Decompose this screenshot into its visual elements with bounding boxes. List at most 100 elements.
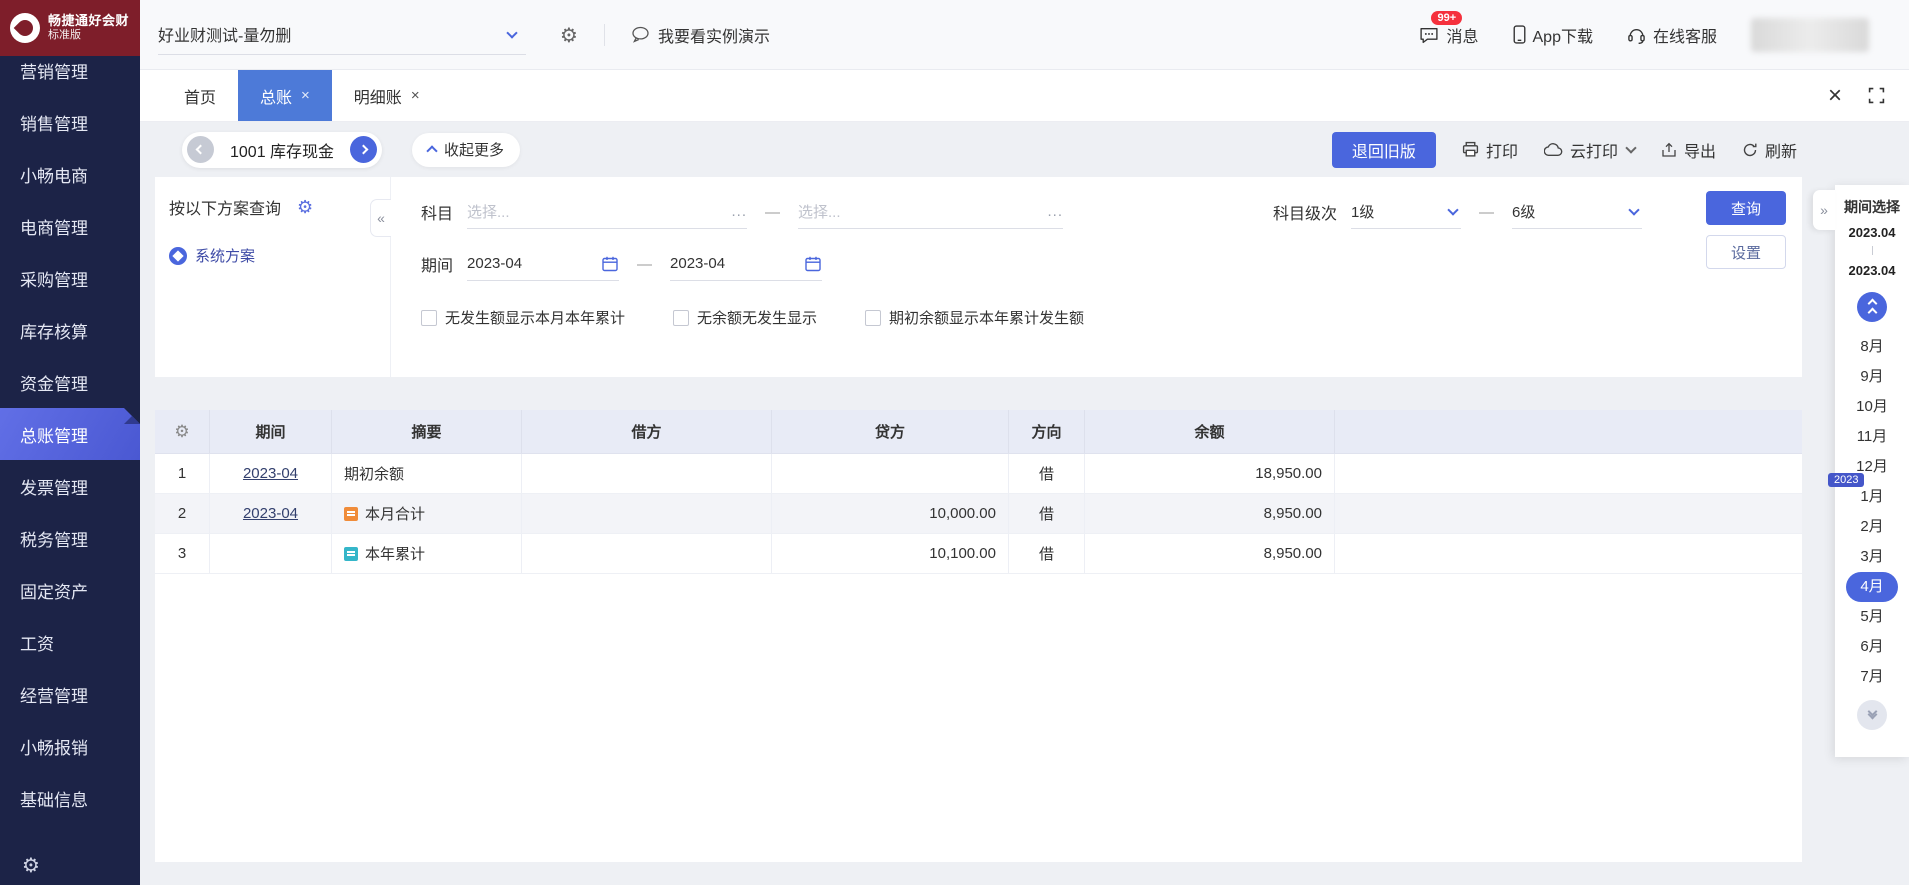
cell-credit: 10,100.00 (772, 534, 1009, 573)
filter-checkbox[interactable]: 期初余额显示本年累计发生额 (865, 307, 1084, 328)
scroll-up-button[interactable] (1857, 292, 1887, 322)
logo-icon (10, 13, 40, 43)
user-name-redacted[interactable] (1751, 17, 1869, 52)
sidebar-item-2[interactable]: 小畅电商 (0, 148, 140, 200)
table-gear-icon[interactable]: ⚙ (174, 422, 189, 442)
filter-checkbox[interactable]: 无发生额显示本月本年累计 (421, 307, 625, 328)
month-item-11[interactable]: 7月 (1842, 662, 1902, 692)
online-service-button[interactable]: 在线客服 (1627, 23, 1717, 47)
tab-0[interactable]: 首页 (162, 70, 238, 121)
period-to[interactable]: 2023.04 (1849, 263, 1896, 278)
printer-icon (1462, 141, 1479, 158)
period-from[interactable]: 2023.04 (1849, 225, 1896, 240)
sidebar-item-14[interactable]: 基础信息 (0, 772, 140, 824)
month-item-0[interactable]: 8月 (1842, 332, 1902, 362)
range-dash: — (637, 255, 653, 273)
next-account-button[interactable] (350, 136, 378, 163)
refresh-icon (1742, 142, 1758, 158)
sidebar-item-6[interactable]: 资金管理 (0, 356, 140, 408)
row-number: 2 (155, 494, 210, 533)
cell-direction: 借 (1009, 534, 1085, 573)
level-to-select[interactable]: 6级 (1512, 195, 1643, 229)
period-label: 期间 (421, 258, 454, 275)
cloud-print-button[interactable]: 云打印 (1543, 138, 1637, 162)
summary-icon (344, 506, 358, 521)
calendar-icon[interactable] (804, 255, 822, 273)
cell-credit: 10,000.00 (772, 494, 1009, 533)
table-row[interactable]: 2 2023-04 本月合计 10,000.00 借 8,950.00 (155, 494, 1802, 534)
chevron-down-icon (506, 26, 518, 39)
period-from-input[interactable]: 2023-04 (467, 247, 620, 281)
sidebar-item-11[interactable]: 工资 (0, 616, 140, 668)
cell-debit (522, 534, 772, 573)
period-link[interactable]: 2023-04 (243, 505, 298, 522)
sidebar-item-9[interactable]: 税务管理 (0, 512, 140, 564)
settings-button[interactable]: 设置 (1706, 235, 1786, 269)
settings-gear-icon[interactable]: ⚙ (560, 23, 578, 47)
sidebar-item-7[interactable]: 总账管理 (0, 408, 140, 460)
more-options-button[interactable]: ... (724, 203, 748, 220)
sidebar-item-13[interactable]: 小畅报销 (0, 720, 140, 772)
expand-panel-button[interactable]: » (1813, 190, 1835, 230)
prev-account-button[interactable] (187, 136, 214, 163)
scroll-down-button[interactable] (1857, 700, 1887, 730)
period-to-input[interactable]: 2023-04 (670, 247, 823, 281)
toolbar: 1001 库存现金 收起更多 退回旧版 打印 云打印 导出 刷新 (140, 122, 1909, 177)
app-download-button[interactable]: App下载 (1513, 23, 1593, 47)
speech-bubble-icon (631, 26, 650, 43)
month-item-10[interactable]: 6月 (1842, 632, 1902, 662)
tab-2[interactable]: 明细账 × (332, 70, 442, 121)
table-row[interactable]: 3 本年累计 10,100.00 借 8,950.00 (155, 534, 1802, 574)
level-from-select[interactable]: 1级 (1351, 195, 1462, 229)
tab-close-icon[interactable]: × (301, 87, 310, 104)
close-icon[interactable]: × (1828, 83, 1842, 108)
more-options-button[interactable]: ... (1040, 203, 1064, 220)
subject-select-from[interactable]: 选择... ... (467, 195, 748, 229)
checkbox-box[interactable] (865, 309, 882, 326)
sidebar-item-12[interactable]: 经营管理 (0, 668, 140, 720)
month-item-2[interactable]: 10月 (1842, 392, 1902, 422)
filter-checkbox[interactable]: 无余额无发生显示 (673, 307, 817, 328)
calendar-icon[interactable] (601, 255, 619, 273)
sidebar-item-3[interactable]: 电商管理 (0, 200, 140, 252)
checkbox-box[interactable] (421, 309, 437, 326)
collapse-more-button[interactable]: 收起更多 (412, 132, 521, 167)
tab-1[interactable]: 总账 × (238, 70, 332, 121)
fullscreen-icon[interactable] (1868, 87, 1885, 104)
messages-button[interactable]: 99+ 消息 (1419, 10, 1479, 47)
app-root: 畅捷通好会财 标准版 营销管理 销售管理 小畅电商 电商管理 采购管理 库存核算 资金管理总… (0, 0, 1909, 885)
print-button[interactable]: 打印 (1462, 138, 1518, 162)
export-button[interactable]: 导出 (1661, 138, 1716, 162)
checkbox-box[interactable] (673, 309, 690, 326)
month-item-6[interactable]: 2月 (1842, 512, 1902, 542)
account-navigator: 1001 库存现金 (182, 131, 383, 168)
collapse-query-panel-button[interactable]: « (370, 199, 391, 237)
sidebar-gear-icon[interactable]: ⚙ (22, 853, 40, 877)
tab-close-icon[interactable]: × (411, 87, 420, 104)
period-link[interactable]: 2023-04 (243, 465, 298, 482)
scheme-gear-icon[interactable]: ⚙ (297, 197, 313, 218)
demo-link[interactable]: 我要看实例演示 (631, 23, 770, 47)
sidebar-item-1[interactable]: 销售管理 (0, 96, 140, 148)
range-dash: — (765, 203, 781, 221)
back-old-version-button[interactable]: 退回旧版 (1331, 131, 1436, 168)
sidebar-item-5[interactable]: 库存核算 (0, 304, 140, 356)
header-credit: 贷方 (772, 410, 1009, 453)
sidebar-item-8[interactable]: 发票管理 (0, 460, 140, 512)
search-button[interactable]: 查询 (1706, 191, 1786, 225)
system-scheme-item[interactable]: 系统方案 (169, 245, 376, 266)
month-item-8[interactable]: 4月 (1846, 572, 1898, 602)
sidebar-item-4[interactable]: 采购管理 (0, 252, 140, 304)
refresh-button[interactable]: 刷新 (1742, 138, 1797, 162)
sidebar-item-10[interactable]: 固定资产 (0, 564, 140, 616)
topbar: 好业财测试-量勿删 ⚙ 我要看实例演示 99+ 消息 App下载 在线客服 (140, 0, 1909, 70)
table-row[interactable]: 1 2023-04 期初余额 借 18,950.00 (155, 454, 1802, 494)
month-item-1[interactable]: 9月 (1842, 362, 1902, 392)
month-item-7[interactable]: 3月 (1842, 542, 1902, 572)
subject-select-to[interactable]: 选择... ... (798, 195, 1064, 229)
account-name[interactable]: 1001 库存现金 (226, 138, 338, 162)
month-item-9[interactable]: 5月 (1842, 602, 1902, 632)
company-selector[interactable]: 好业财测试-量勿删 (158, 15, 526, 55)
cell-summary: 本月合计 (332, 494, 522, 533)
month-item-3[interactable]: 11月 (1842, 422, 1902, 452)
